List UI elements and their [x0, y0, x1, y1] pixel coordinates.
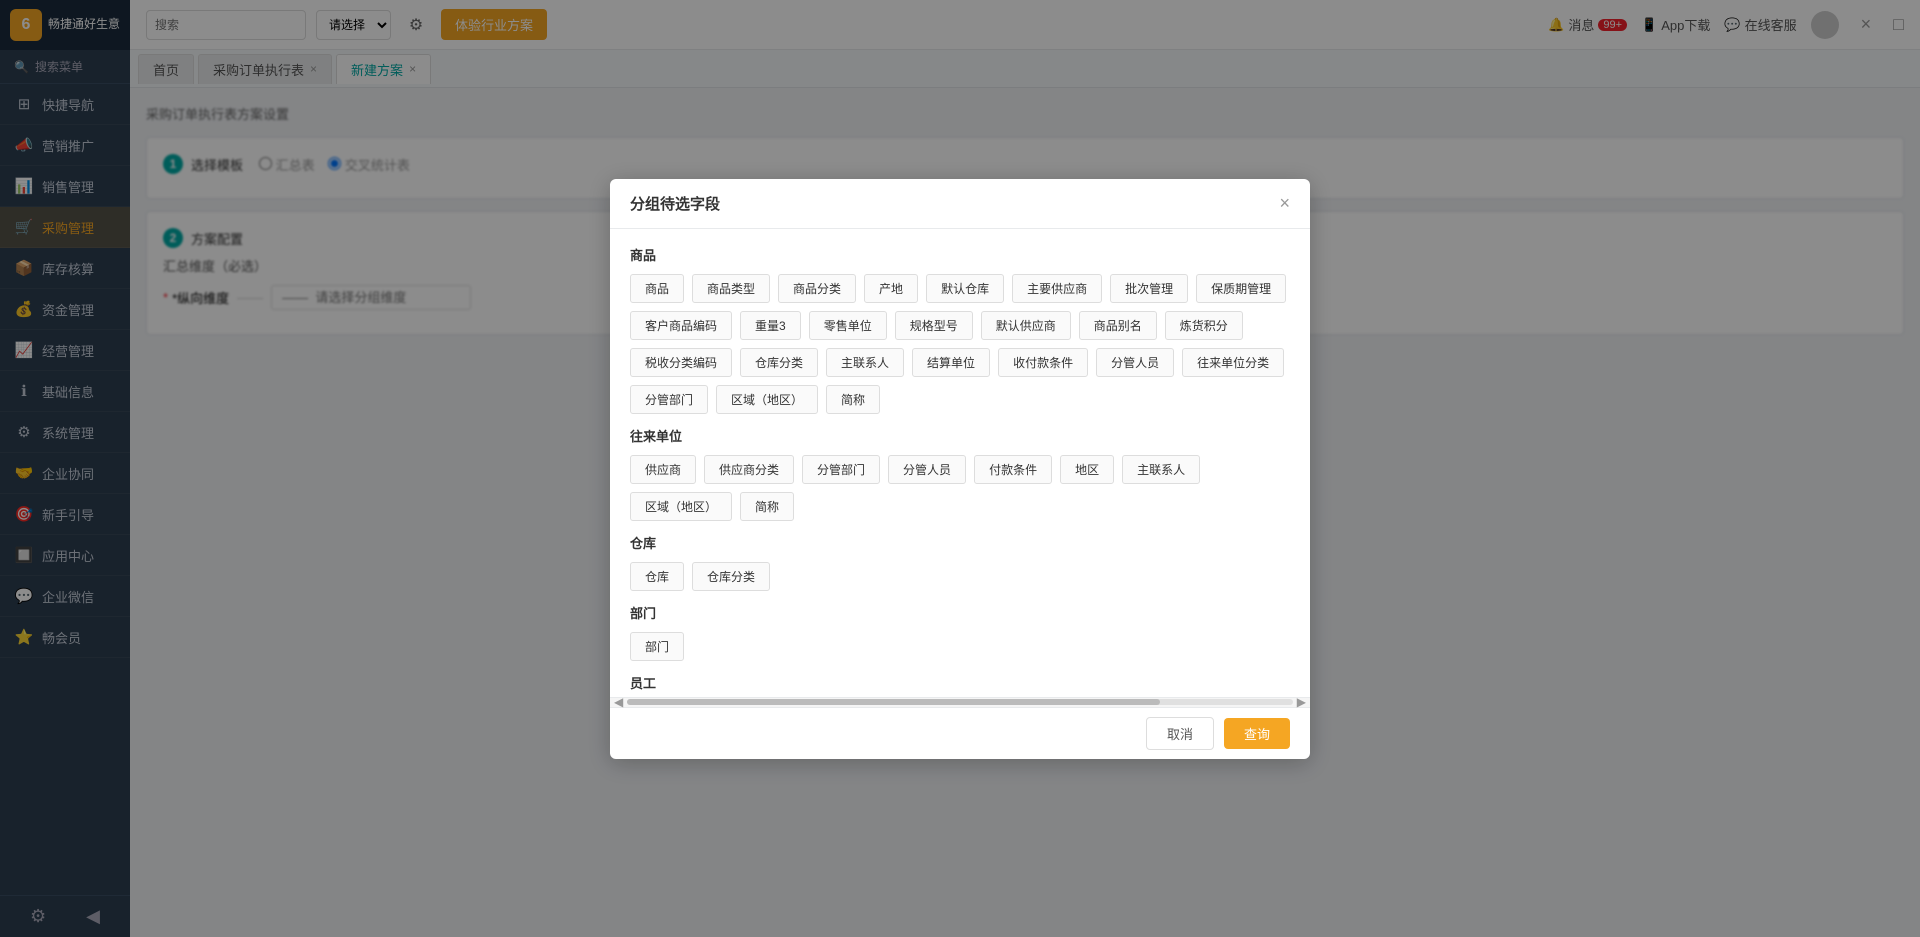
field-tag[interactable]: 仓库分类 [692, 562, 770, 591]
field-tag[interactable]: 简称 [740, 492, 794, 521]
field-tag[interactable]: 主要供应商 [1012, 274, 1102, 303]
section-title-employee: 员工 [630, 673, 1290, 692]
partner-fields: 供应商供应商分类分管部门分管人员付款条件地区主联系人区域（地区） 简称 [630, 455, 1290, 521]
cancel-btn[interactable]: 取消 [1146, 717, 1214, 750]
field-tag[interactable]: 供应商分类 [704, 455, 794, 484]
field-select-modal: 分组待选字段 × 商品 商品商品类型商品分类产地默认仓库主要供应商批次管理保质期… [610, 179, 1310, 759]
field-tag[interactable]: 分管部门 [802, 455, 880, 484]
field-tag[interactable]: 主联系人 [1122, 455, 1200, 484]
modal-close-btn[interactable]: × [1279, 193, 1290, 214]
field-tag[interactable]: 供应商 [630, 455, 696, 484]
field-tag[interactable]: 默认供应商 [981, 311, 1071, 340]
hscroll-track [627, 699, 1293, 705]
section-title-department: 部门 [630, 603, 1290, 622]
field-tag[interactable]: 客户商品编码 [630, 311, 732, 340]
field-tag[interactable]: 产地 [864, 274, 918, 303]
field-tag[interactable]: 仓库 [630, 562, 684, 591]
modal-hscroll[interactable]: ◀ ▶ [610, 697, 1310, 707]
hscroll-thumb [627, 699, 1159, 705]
field-tag[interactable]: 地区 [1060, 455, 1114, 484]
field-tag[interactable]: 规格型号 [895, 311, 973, 340]
modal-header: 分组待选字段 × [610, 179, 1310, 229]
section-title-partner: 往来单位 [630, 426, 1290, 445]
main-content: 采购订单执行表方案设置 1 选择模板 汇总表 交叉统计表 2 方案配置 [130, 88, 1920, 937]
modal-footer: 取消 查询 [610, 707, 1310, 759]
field-tag[interactable]: 商品别名 [1079, 311, 1157, 340]
modal-body: 商品 商品商品类型商品分类产地默认仓库主要供应商批次管理保质期管理客户商品编码重… [610, 229, 1310, 697]
product-fields: 商品商品类型商品分类产地默认仓库主要供应商批次管理保质期管理客户商品编码重量3 零… [630, 274, 1290, 414]
main-area: 请选择 ⚙ 体验行业方案 🔔 消息 99+ 📱 App下载 💬 在线客服 × □ [130, 0, 1920, 937]
modal-title: 分组待选字段 [630, 193, 720, 214]
field-tag[interactable]: 默认仓库 [926, 274, 1004, 303]
field-tag[interactable]: 保质期管理 [1196, 274, 1286, 303]
field-tag[interactable]: 重量3 [740, 311, 801, 340]
field-tag[interactable]: 简称 [826, 385, 880, 414]
field-tag[interactable]: 批次管理 [1110, 274, 1188, 303]
field-tag[interactable]: 商品分类 [778, 274, 856, 303]
field-tag[interactable]: 付款条件 [974, 455, 1052, 484]
field-tag[interactable]: 商品类型 [692, 274, 770, 303]
field-tag[interactable]: 往来单位分类 [1182, 348, 1284, 377]
field-tag[interactable]: 收付款条件 [998, 348, 1088, 377]
field-tag[interactable]: 分管人员 [1096, 348, 1174, 377]
field-tag[interactable]: 分管人员 [888, 455, 966, 484]
field-tag[interactable]: 商品 [630, 274, 684, 303]
field-tag[interactable]: 部门 [630, 632, 684, 661]
section-title-product: 商品 [630, 245, 1290, 264]
section-title-warehouse: 仓库 [630, 533, 1290, 552]
confirm-btn[interactable]: 查询 [1224, 718, 1290, 749]
field-tag[interactable]: 零售单位 [809, 311, 887, 340]
field-tag[interactable]: 区域（地区） [630, 492, 732, 521]
field-tag[interactable]: 分管部门 [630, 385, 708, 414]
field-tag[interactable]: 炼货积分 [1165, 311, 1243, 340]
field-tag[interactable]: 税收分类编码 [630, 348, 732, 377]
field-tag[interactable]: 区域（地区） [716, 385, 818, 414]
field-tag[interactable]: 主联系人 [826, 348, 904, 377]
warehouse-fields: 仓库仓库分类 [630, 562, 1290, 591]
field-tag[interactable]: 结算单位 [912, 348, 990, 377]
department-fields: 部门 [630, 632, 1290, 661]
field-tag[interactable]: 仓库分类 [740, 348, 818, 377]
modal-overlay: 分组待选字段 × 商品 商品商品类型商品分类产地默认仓库主要供应商批次管理保质期… [130, 88, 1920, 937]
